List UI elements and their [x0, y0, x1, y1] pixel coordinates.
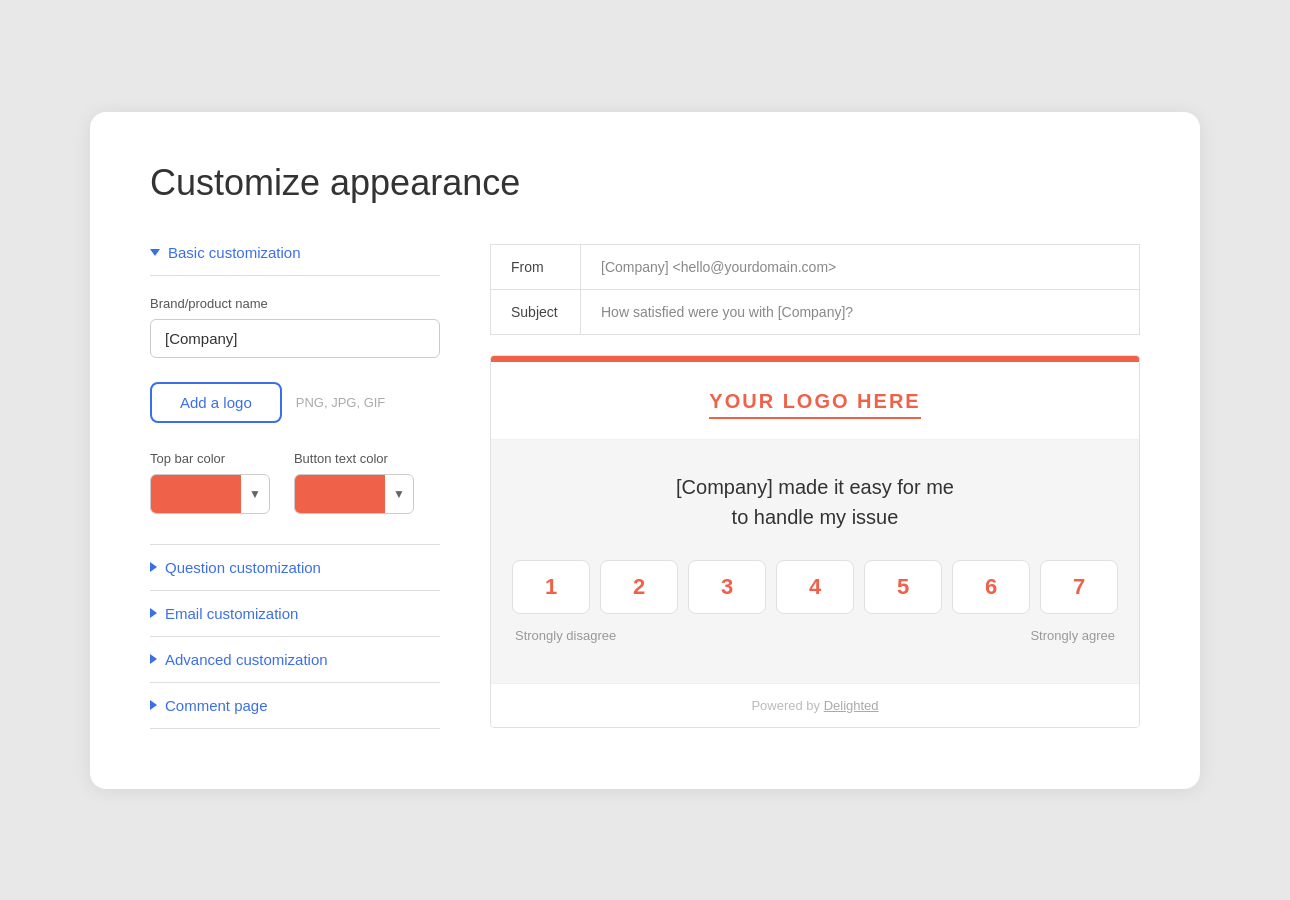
preview-card: YOUR LOGO HERE [Company] made it easy fo…: [490, 355, 1140, 728]
delighted-link[interactable]: Delighted: [824, 698, 879, 713]
scale-row: 1 2 3 4 5 6 7: [511, 560, 1119, 614]
button-text-color-picker[interactable]: ▼: [294, 474, 414, 514]
scale-btn-1[interactable]: 1: [512, 560, 590, 614]
logo-hint: PNG, JPG, GIF: [296, 395, 386, 410]
chevron-right-icon-1: [150, 608, 157, 618]
content-row: Basic customization Brand/product name A…: [150, 244, 1140, 729]
brand-label: Brand/product name: [150, 296, 440, 311]
top-bar-color-picker[interactable]: ▼: [150, 474, 270, 514]
brand-field-group: Brand/product name: [150, 296, 440, 382]
comment-page-label: Comment page: [165, 697, 268, 714]
left-panel: Basic customization Brand/product name A…: [150, 244, 440, 729]
preview-question: [Company] made it easy for me to handle …: [511, 472, 1119, 532]
question-customization-section[interactable]: Question customization: [150, 544, 440, 591]
email-customization-label: Email customization: [165, 605, 298, 622]
chevron-right-icon-0: [150, 562, 157, 572]
email-meta-table: From [Company] <hello@yourdomain.com> Su…: [490, 244, 1140, 335]
advanced-customization-section[interactable]: Advanced customization: [150, 637, 440, 683]
footer-text: Powered by: [751, 698, 823, 713]
preview-footer: Powered by Delighted: [491, 683, 1139, 727]
preview-body: [Company] made it easy for me to handle …: [491, 440, 1139, 683]
scale-btn-2[interactable]: 2: [600, 560, 678, 614]
top-bar-color-group: Top bar color ▼: [150, 451, 270, 514]
subject-label: Subject: [491, 289, 581, 334]
logo-row: Add a logo PNG, JPG, GIF: [150, 382, 440, 423]
button-text-color-group: Button text color ▼: [294, 451, 414, 514]
main-card: Customize appearance Basic customization…: [90, 112, 1200, 789]
email-customization-section[interactable]: Email customization: [150, 591, 440, 637]
from-label: From: [491, 244, 581, 289]
question-line1: [Company] made it easy for me: [676, 476, 954, 498]
scale-labels: Strongly disagree Strongly agree: [511, 628, 1119, 643]
scale-btn-4[interactable]: 4: [776, 560, 854, 614]
chevron-right-icon-2: [150, 654, 157, 664]
basic-section-label: Basic customization: [168, 244, 301, 261]
scale-btn-7[interactable]: 7: [1040, 560, 1118, 614]
advanced-customization-label: Advanced customization: [165, 651, 328, 668]
question-line2: to handle my issue: [732, 506, 899, 528]
scale-label-right: Strongly agree: [1030, 628, 1115, 643]
top-bar-dropdown-arrow: ▼: [241, 487, 269, 501]
comment-page-section[interactable]: Comment page: [150, 683, 440, 729]
preview-logo-area: YOUR LOGO HERE: [491, 362, 1139, 440]
scale-btn-6[interactable]: 6: [952, 560, 1030, 614]
preview-logo-text: YOUR LOGO HERE: [709, 390, 920, 419]
scale-label-left: Strongly disagree: [515, 628, 616, 643]
brand-input[interactable]: [150, 319, 440, 358]
scale-btn-5[interactable]: 5: [864, 560, 942, 614]
from-value: [Company] <hello@yourdomain.com>: [581, 244, 1140, 289]
top-bar-swatch: [151, 475, 241, 513]
basic-customization-header[interactable]: Basic customization: [150, 244, 440, 276]
button-text-label: Button text color: [294, 451, 414, 466]
right-panel: From [Company] <hello@yourdomain.com> Su…: [490, 244, 1140, 729]
chevron-right-icon-3: [150, 700, 157, 710]
button-text-swatch: [295, 475, 385, 513]
add-logo-button[interactable]: Add a logo: [150, 382, 282, 423]
from-row: From [Company] <hello@yourdomain.com>: [491, 244, 1140, 289]
button-text-dropdown-arrow: ▼: [385, 487, 413, 501]
chevron-down-icon: [150, 249, 160, 256]
subject-value: How satisfied were you with [Company]?: [581, 289, 1140, 334]
top-bar-label: Top bar color: [150, 451, 270, 466]
color-row: Top bar color ▼ Button text color ▼: [150, 451, 440, 514]
question-customization-label: Question customization: [165, 559, 321, 576]
subject-row: Subject How satisfied were you with [Com…: [491, 289, 1140, 334]
page-title: Customize appearance: [150, 162, 1140, 204]
scale-btn-3[interactable]: 3: [688, 560, 766, 614]
